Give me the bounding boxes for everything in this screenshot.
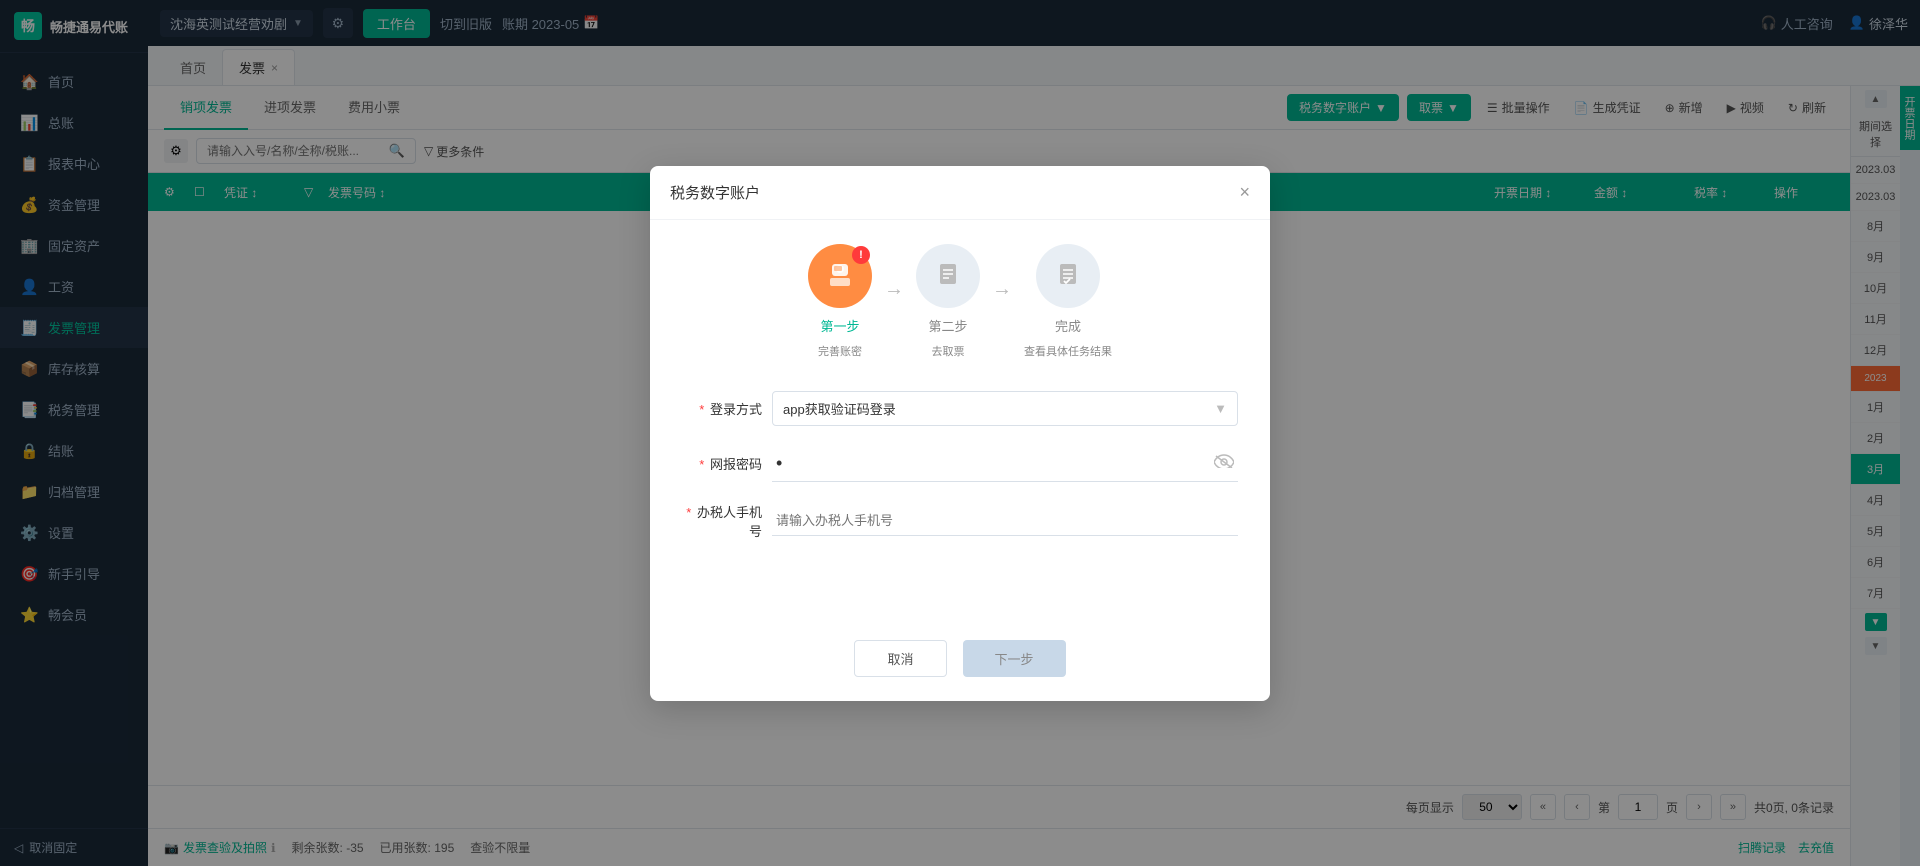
step-2-doc-icon <box>932 260 964 292</box>
step-3: 完成 查看具体任务结果 <box>1024 244 1112 359</box>
modal-close-button[interactable]: × <box>1239 182 1250 203</box>
password-required-star: * <box>699 457 704 472</box>
password-value: • <box>776 453 784 474</box>
steps-indicator: ! 第一步 完善账密 → <box>682 244 1238 359</box>
step-1-desc: 完善账密 <box>818 343 862 359</box>
phone-input[interactable] <box>772 506 1238 536</box>
password-label-text: * 网报密码 <box>682 454 772 473</box>
next-label: 下一步 <box>995 652 1034 667</box>
login-method-required-star: * <box>699 402 704 417</box>
login-method-select[interactable]: app获取验证码登录 ▼ <box>772 391 1238 426</box>
next-step-button[interactable]: 下一步 <box>963 640 1066 677</box>
password-label: 网报密码 <box>710 457 762 472</box>
step-1-avatar-icon <box>824 260 856 292</box>
modal-title: 税务数字账户 <box>670 182 760 203</box>
step-arrow-1: → <box>884 278 904 325</box>
step-2-icon-wrap <box>916 244 980 308</box>
phone-label-text: * 办税人手机号 <box>682 502 772 540</box>
modal-header: 税务数字账户 × <box>650 166 1270 220</box>
login-method-label-text: * 登录方式 <box>682 399 772 418</box>
select-arrow-icon: ▼ <box>1214 401 1227 416</box>
login-method-label: 登录方式 <box>710 402 762 417</box>
step-3-icon-wrap <box>1036 244 1100 308</box>
login-method-value: app获取验证码登录 <box>783 399 896 418</box>
phone-label: 办税人手机号 <box>697 505 762 539</box>
phone-row: * 办税人手机号 <box>682 502 1238 540</box>
step-arrow-2: → <box>992 278 1012 325</box>
step-2-desc: 去取票 <box>932 343 965 359</box>
step-3-label: 完成 <box>1055 316 1081 335</box>
modal-spacer <box>682 560 1238 600</box>
modal-overlay: 税务数字账户 × <box>0 0 1920 866</box>
step-2: 第二步 去取票 <box>916 244 980 359</box>
tax-digital-modal: 税务数字账户 × <box>650 166 1270 701</box>
cancel-button[interactable]: 取消 <box>854 640 946 677</box>
badge-text: ! <box>859 249 863 261</box>
cancel-label: 取消 <box>887 652 913 667</box>
phone-required-star: * <box>686 505 691 520</box>
modal-footer: 取消 下一步 <box>650 624 1270 701</box>
step-1-icon-wrap: ! <box>808 244 872 308</box>
toggle-password-icon[interactable] <box>1214 454 1234 473</box>
step-3-checklist-icon <box>1052 260 1084 292</box>
step-1-badge: ! <box>852 246 870 264</box>
password-field[interactable]: • <box>772 446 1238 482</box>
step-1-label: 第一步 <box>820 316 859 335</box>
login-method-row: * 登录方式 app获取验证码登录 ▼ <box>682 391 1238 426</box>
password-row: * 网报密码 • <box>682 446 1238 482</box>
step-2-label: 第二步 <box>928 316 967 335</box>
step-3-desc: 查看具体任务结果 <box>1024 343 1112 359</box>
modal-form: * 登录方式 app获取验证码登录 ▼ * 网报密码 <box>682 391 1238 540</box>
modal-body: ! 第一步 完善账密 → <box>650 220 1270 624</box>
step-1: ! 第一步 完善账密 <box>808 244 872 359</box>
